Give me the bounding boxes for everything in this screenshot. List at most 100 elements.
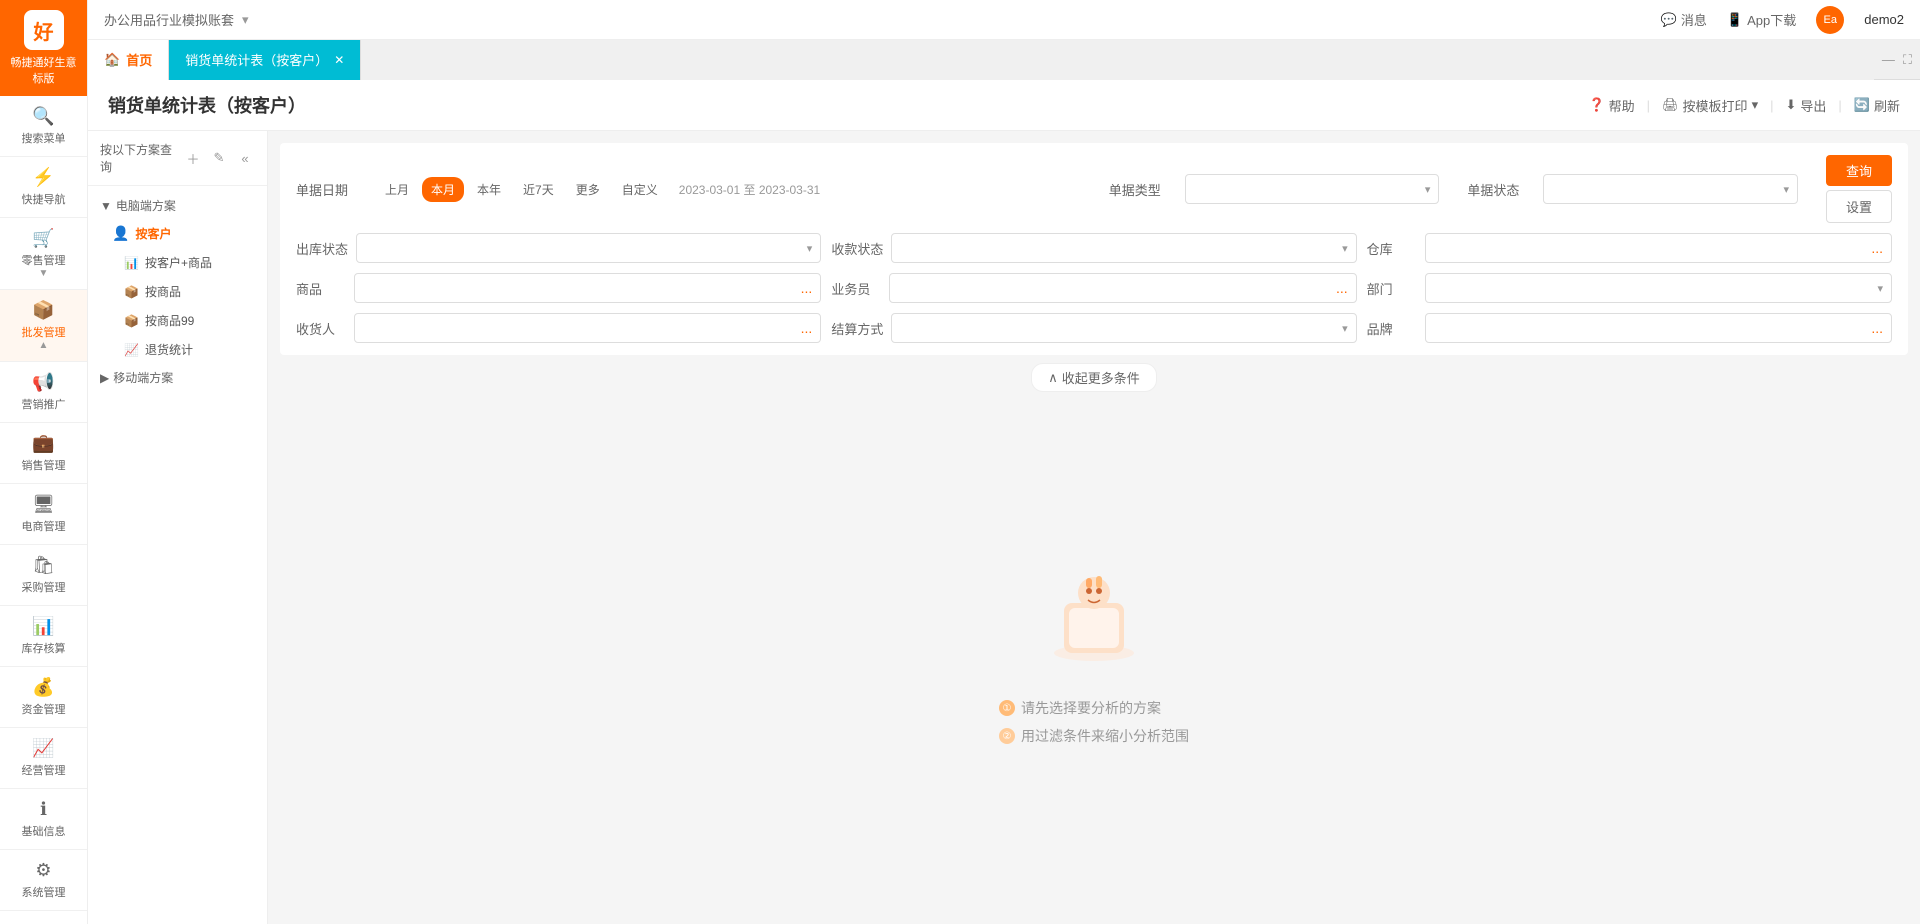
empty-illustration — [1034, 558, 1154, 678]
sidebar-item-inventory[interactable]: 📊 库存核算 — [0, 606, 87, 667]
sidebar-item-operation[interactable]: 📈 经营管理 — [0, 728, 87, 789]
sidebar-item-finance[interactable]: 💰 资金管理 — [0, 667, 87, 728]
dept-input[interactable]: ▾ — [1425, 273, 1892, 303]
date-tab-last-month[interactable]: 上月 — [376, 177, 418, 202]
sidebar-item-marketing[interactable]: 📢 营销推广 — [0, 362, 87, 423]
out-status-input[interactable]: ▾ — [356, 233, 821, 263]
sidebar-menu: 🔍 搜索菜单 ⚡ 快捷导航 🛒 零售管理 ▼ 📦 批发管理 ▲ 📢 营销推广 💼… — [0, 96, 87, 924]
doc-status-select[interactable]: ▾ — [1543, 174, 1798, 204]
refresh-button[interactable]: 🔄 刷新 — [1854, 96, 1900, 115]
date-tab-this-year[interactable]: 本年 — [468, 177, 510, 202]
warehouse-input[interactable]: ... — [1425, 233, 1892, 263]
sidebar-item-basic-label: 基础信息 — [22, 823, 66, 839]
scheme-group-desktop-header[interactable]: ▼ 电脑端方案 — [88, 192, 267, 219]
sidebar-item-system[interactable]: ⚙ 系统管理 — [0, 850, 87, 911]
brand-label: 品牌 — [1367, 319, 1417, 338]
wholesale-arrow-icon: ▲ — [39, 340, 49, 351]
sidebar-item-purchase[interactable]: 🛍 采购管理 — [0, 545, 87, 606]
sidebar-item-nav[interactable]: ⚡ 快捷导航 — [0, 157, 87, 218]
left-panel-icons: ＋ ✎ « — [183, 148, 255, 168]
sidebar-item-sales-label: 销售管理 — [22, 457, 66, 473]
filter-brand: 品牌 ... — [1367, 313, 1892, 343]
warehouse-dots: ... — [1871, 240, 1883, 256]
scheme-group-desktop: ▼ 电脑端方案 👤 按客户 📊 按客户+商品 — [88, 192, 267, 364]
print-icon: 🖨 — [1662, 97, 1679, 113]
doc-type-select[interactable]: ▾ — [1185, 174, 1440, 204]
out-status-arrow-icon: ▾ — [807, 242, 813, 255]
ecom-icon: 🖥 — [32, 494, 55, 515]
help-icon: ❓ — [1588, 97, 1604, 113]
payment-input[interactable]: ▾ — [891, 313, 1356, 343]
edit-scheme-button[interactable]: ✎ — [209, 148, 229, 168]
goods-input[interactable]: ... — [354, 273, 821, 303]
logo-icon: 好 — [24, 10, 64, 50]
inventory-icon: 📊 — [32, 616, 54, 637]
refresh-label: 刷新 — [1874, 96, 1900, 115]
tip-num-1: ① — [999, 700, 1015, 716]
app-download-label: App下载 — [1747, 10, 1796, 29]
date-tab-custom[interactable]: 自定义 — [613, 177, 667, 202]
breadcrumb-dropdown-icon[interactable]: ▾ — [242, 12, 249, 28]
scheme-item-goods[interactable]: 📦 按商品 — [88, 277, 267, 306]
tab-close-icon[interactable]: ✕ — [334, 53, 344, 67]
sidebar-item-search-label: 搜索菜单 — [22, 130, 66, 146]
goods-icon: 📦 — [124, 285, 139, 299]
scheme-item-customer-goods[interactable]: 📊 按客户+商品 — [88, 248, 267, 277]
tab-minimize-icon[interactable]: — — [1882, 52, 1895, 67]
tab-maximize-icon[interactable]: ⛶ — [1903, 52, 1912, 68]
scheme-item-customer[interactable]: 👤 按客户 — [88, 219, 267, 248]
print-button[interactable]: 🖨 按模板打印 ▾ — [1662, 96, 1758, 115]
help-label: 帮助 — [1609, 96, 1635, 115]
receiver-dots: ... — [801, 320, 813, 336]
sidebar-item-ecom[interactable]: 🖥 电商管理 — [0, 484, 87, 545]
sidebar-item-finance-label: 资金管理 — [22, 701, 66, 717]
date-tab-this-month[interactable]: 本月 — [422, 177, 464, 202]
right-panel: 单据日期 上月 本月 本年 近7天 更多 自定义 2023-03-01 至 20… — [268, 131, 1920, 924]
filter-row-2: 出库状态 ▾ 收款状态 ▾ — [296, 233, 1892, 263]
sidebar-item-purchase-label: 采购管理 — [22, 579, 66, 595]
scheme-group-mobile-header[interactable]: ▶ 移动端方案 — [88, 364, 267, 391]
sidebar-item-basic[interactable]: ℹ 基础信息 — [0, 789, 87, 850]
collapse-button[interactable]: ∧ 收起更多条件 — [1031, 363, 1157, 392]
date-tab-more[interactable]: 更多 — [567, 177, 609, 202]
tab-home[interactable]: 🏠 首页 — [88, 40, 169, 80]
help-button[interactable]: ❓ 帮助 — [1588, 96, 1634, 115]
sidebar-item-operation-label: 经营管理 — [22, 762, 66, 778]
sidebar-item-wholesale[interactable]: 📦 批发管理 ▲ — [0, 290, 87, 362]
sidebar-item-retail[interactable]: 🛒 零售管理 ▼ — [0, 218, 87, 290]
export-button[interactable]: ⬇ 导出 — [1785, 96, 1826, 115]
settings-button[interactable]: 设置 — [1826, 190, 1892, 223]
add-scheme-button[interactable]: ＋ — [183, 148, 203, 168]
tab-spacer — [361, 40, 1874, 80]
filter-area: 单据日期 上月 本月 本年 近7天 更多 自定义 2023-03-01 至 20… — [280, 143, 1908, 355]
receipt-status-input[interactable]: ▾ — [891, 233, 1356, 263]
date-tab-7days[interactable]: 近7天 — [514, 177, 563, 202]
main-area: 办公用品行业模拟账套 ▾ 💬 消息 📱 App下载 Ea demo2 🏠 首页 … — [88, 0, 1920, 924]
collapse-panel-button[interactable]: « — [235, 148, 255, 168]
customer-icon: 👤 — [112, 225, 129, 242]
wholesale-icon: 📦 — [32, 300, 54, 321]
empty-tip-1: ① 请先选择要分析的方案 — [999, 698, 1189, 718]
tip-text-1: 请先选择要分析的方案 — [1021, 698, 1161, 718]
scheme-item-return[interactable]: 📈 退货统计 — [88, 335, 267, 364]
print-label: 按模板打印 — [1683, 96, 1748, 115]
brand-input[interactable]: ... — [1425, 313, 1892, 343]
receiver-input[interactable]: ... — [354, 313, 821, 343]
logo-text: 畅捷通好生意 — [11, 54, 77, 70]
scheme-section: ▼ 电脑端方案 👤 按客户 📊 按客户+商品 — [88, 186, 267, 397]
sidebar-logo[interactable]: 好 畅捷通好生意 标版 — [0, 0, 87, 96]
sidebar-item-retail-label: 零售管理 — [22, 252, 66, 268]
query-button[interactable]: 查询 — [1826, 155, 1892, 186]
user-name[interactable]: demo2 — [1864, 12, 1904, 27]
tab-sales-stats[interactable]: 销货单统计表（按客户） ✕ — [169, 40, 361, 80]
sidebar-item-search[interactable]: 🔍 搜索菜单 — [0, 96, 87, 157]
scheme-item-goods99[interactable]: 📦 按商品99 — [88, 306, 267, 335]
sidebar-item-sales[interactable]: 💼 销售管理 — [0, 423, 87, 484]
breadcrumb: 办公用品行业模拟账套 — [104, 10, 234, 29]
sidebar-item-collab[interactable]: 🤝 企业协同 — [0, 911, 87, 924]
left-panel-title: 按以下方案查询 — [100, 141, 183, 175]
user-avatar[interactable]: Ea — [1816, 6, 1844, 34]
salesman-input[interactable]: ... — [889, 273, 1356, 303]
app-download-button[interactable]: 📱 App下载 — [1727, 10, 1796, 29]
message-button[interactable]: 💬 消息 — [1661, 10, 1707, 29]
